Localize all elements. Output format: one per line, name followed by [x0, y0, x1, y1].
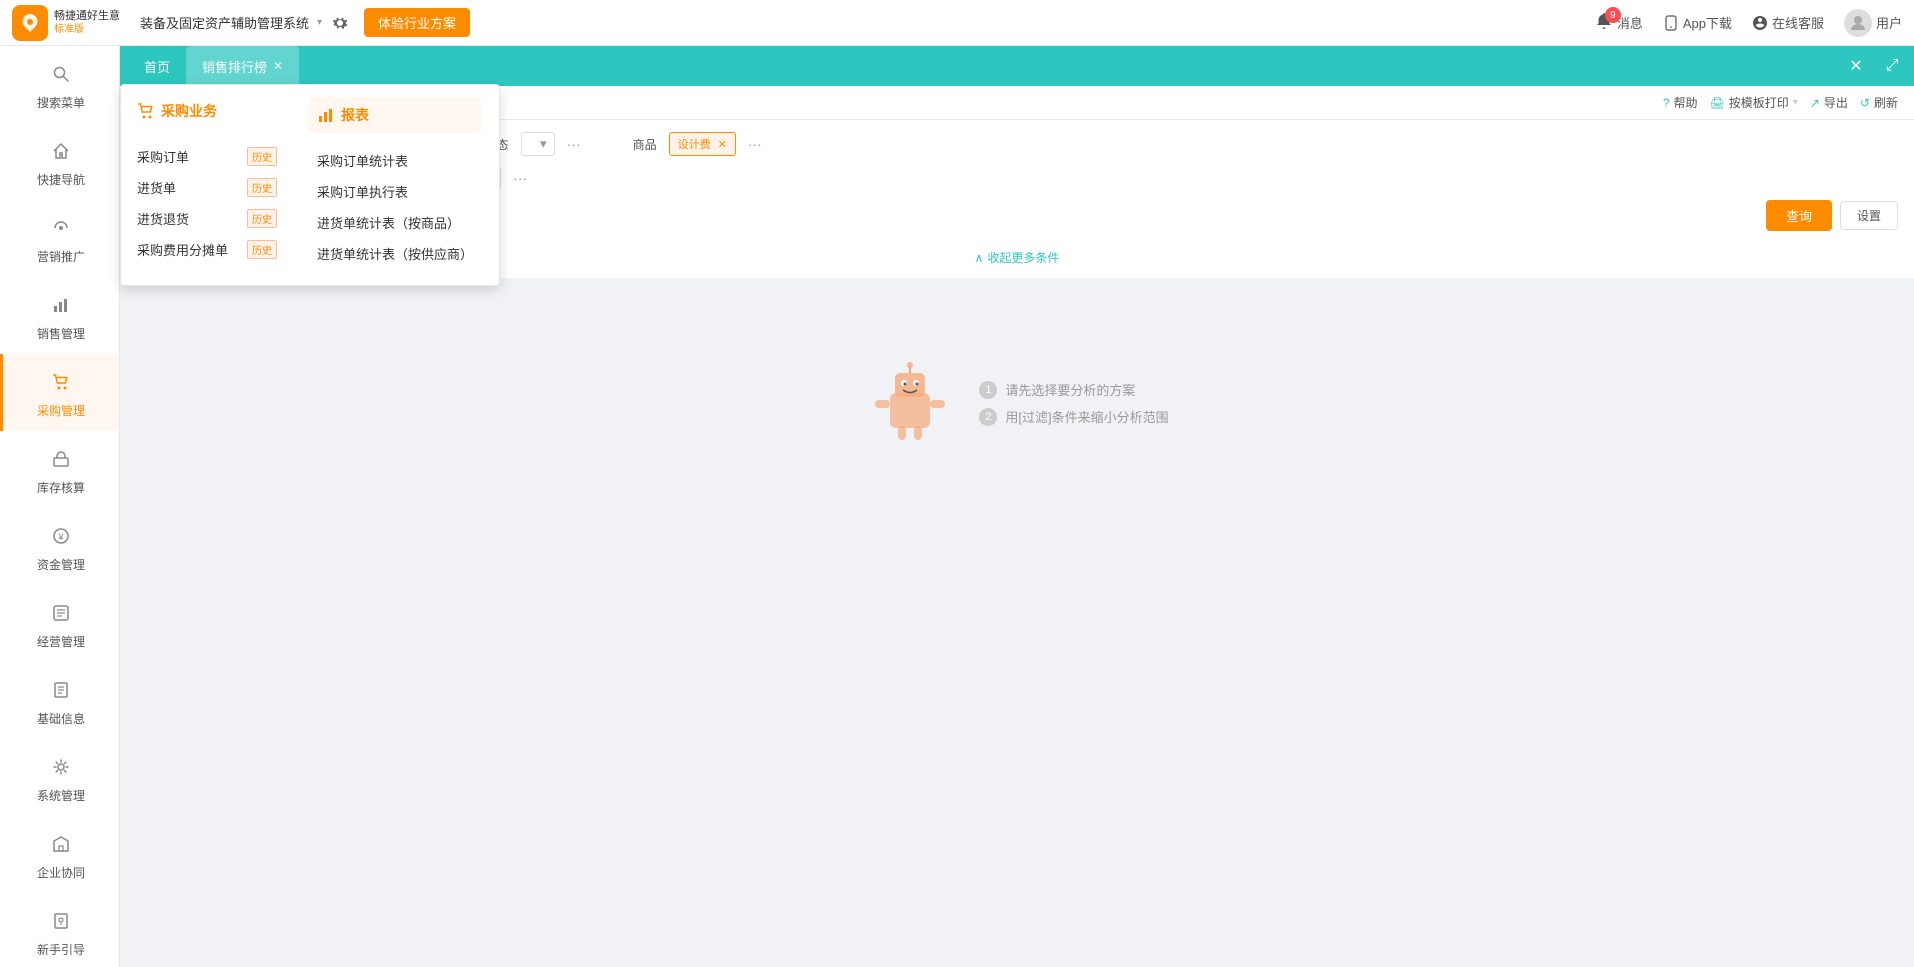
print-icon: 🖨: [1710, 96, 1725, 110]
refresh-btn[interactable]: ↺ 刷新: [1860, 94, 1898, 111]
menu-item-purchase-expense[interactable]: 采购费用分摊单 历史: [137, 234, 277, 265]
sidebar-item-quick-nav[interactable]: 快捷导航: [0, 123, 119, 200]
goods-tag-close[interactable]: ✕: [718, 139, 727, 151]
user-avatar: [1844, 9, 1872, 37]
sales-icon: [45, 289, 77, 321]
sidebar-item-system[interactable]: 系统管理: [0, 739, 119, 816]
purchase-section-title: 采购业务: [137, 101, 277, 129]
empty-illustration: [865, 358, 955, 448]
help-btn[interactable]: ? 帮助: [1663, 94, 1698, 111]
notification-icon: 9: [1595, 12, 1613, 33]
sidebar-item-sales[interactable]: 销售管理: [0, 277, 119, 354]
salesperson-ellipsis[interactable]: ···: [513, 170, 527, 186]
menu-item-goods-return[interactable]: 进货退货 历史: [137, 203, 277, 234]
guide-icon: [45, 905, 77, 937]
dropdown-menu: 采购业务 采购订单 历史 进货单 历史 进货退货 历史 采购费用分摊单 历史 报…: [120, 84, 500, 286]
user-menu-btn[interactable]: 用户: [1844, 9, 1902, 37]
menu-item-goods-receipt[interactable]: 进货单 历史: [137, 172, 277, 203]
export-btn[interactable]: ↗ 导出: [1810, 94, 1848, 111]
empty-tip-2: 2 用[过滤]条件来缩小分析范围: [979, 407, 1168, 426]
empty-tips: 1 请先选择要分析的方案 2 用[过滤]条件来缩小分析范围: [979, 380, 1168, 426]
system-title-dropdown[interactable]: ▾: [317, 17, 322, 28]
logo-area: 畅捷通好生意 标准版: [12, 5, 132, 41]
sidebar-item-basic-info[interactable]: 基础信息: [0, 662, 119, 739]
sidebar-item-purchase[interactable]: 采购管理: [0, 354, 119, 431]
logo-icon: [12, 5, 48, 41]
notification-badge: 9: [1605, 7, 1621, 23]
tab-close-all-btn[interactable]: ✕: [1842, 52, 1870, 80]
bill-status-ellipsis[interactable]: ···: [567, 136, 581, 152]
bill-status-select-wrapper: [521, 132, 555, 156]
menu-item-goods-receipt-by-item[interactable]: 进货单统计表（按商品）: [317, 207, 473, 238]
system-title: 装备及固定资产辅助管理系统 ▾: [140, 13, 322, 32]
tab-bar-right: ✕ ⤢: [1842, 52, 1906, 80]
operations-icon: [45, 597, 77, 629]
bill-status-select[interactable]: [521, 132, 555, 156]
sidebar-item-guide[interactable]: 新手引导: [0, 893, 119, 967]
settings-btn[interactable]: 设置: [1840, 201, 1898, 230]
query-btn[interactable]: 查询: [1766, 200, 1832, 231]
empty-state: 1 请先选择要分析的方案 2 用[过滤]条件来缩小分析范围: [120, 278, 1914, 528]
tab-bar: 首页 销售排行榜 ✕ ✕ ⤢: [120, 46, 1914, 86]
tab-close-btn[interactable]: ✕: [273, 59, 283, 73]
sidebar: 搜索菜单 快捷导航 营销推广 销售管理 采购管理: [0, 46, 120, 967]
sidebar-item-finance[interactable]: ¥ 资金管理: [0, 508, 119, 585]
top-bar: 畅捷通好生意 标准版 装备及固定资产辅助管理系统 ▾ 体验行业方案 9 消息 A…: [0, 0, 1914, 46]
svg-text:¥: ¥: [57, 532, 64, 542]
notifications-btn[interactable]: 9 消息: [1595, 12, 1643, 33]
top-right: 9 消息 App下载 在线客服 用户: [1595, 9, 1902, 37]
app-download-btn[interactable]: App下载: [1663, 13, 1732, 32]
sidebar-item-marketing[interactable]: 营销推广: [0, 200, 119, 277]
tab-maximize-btn[interactable]: ⤢: [1878, 52, 1906, 80]
empty-tip-1: 1 请先选择要分析的方案: [979, 380, 1168, 399]
help-icon: ?: [1663, 96, 1670, 110]
purchase-icon: [45, 366, 77, 398]
menu-item-purchase-order[interactable]: 采购订单 历史: [137, 141, 277, 172]
industry-btn[interactable]: 体验行业方案: [364, 8, 470, 37]
menu-item-goods-receipt-by-supplier[interactable]: 进货单统计表（按供应商）: [317, 238, 473, 269]
sidebar-item-operations[interactable]: 经营管理: [0, 585, 119, 662]
home-icon: [45, 135, 77, 167]
goods-label: 商品: [633, 136, 657, 153]
purchase-section: 采购业务 采购订单 历史 进货单 历史 进货退货 历史 采购费用分摊单 历史: [137, 101, 277, 269]
export-icon: ↗: [1810, 96, 1820, 110]
goods-ellipsis[interactable]: ···: [748, 136, 762, 152]
tab-sales-ranking[interactable]: 销售排行榜 ✕: [186, 46, 299, 86]
print-btn[interactable]: 🖨 按模板打印 ▾: [1710, 94, 1798, 111]
search-icon: [45, 58, 77, 90]
enterprise-icon: [45, 828, 77, 860]
reports-section-title: 报表: [309, 97, 481, 133]
online-service-btn[interactable]: 在线客服: [1752, 13, 1824, 32]
sidebar-item-search[interactable]: 搜索菜单: [0, 46, 119, 123]
basic-info-icon: [45, 674, 77, 706]
menu-item-purchase-order-exec[interactable]: 采购订单执行表: [317, 176, 473, 207]
marketing-icon: [45, 212, 77, 244]
reports-section: 报表 采购订单统计表 采购订单执行表 进货单统计表（按商品） 进货单统计表（按供…: [317, 101, 473, 269]
menu-item-purchase-order-stat[interactable]: 采购订单统计表: [317, 145, 473, 176]
sidebar-item-enterprise[interactable]: 企业协同: [0, 816, 119, 893]
tab-home[interactable]: 首页: [128, 46, 186, 86]
inventory-icon: [45, 443, 77, 475]
refresh-icon: ↺: [1860, 96, 1870, 110]
finance-icon: ¥: [45, 520, 77, 552]
sidebar-item-inventory[interactable]: 库存核算: [0, 431, 119, 508]
settings-icon-btn[interactable]: [326, 9, 354, 37]
goods-tag[interactable]: 设计费 ✕: [669, 132, 736, 156]
system-icon: [45, 751, 77, 783]
logo-text: 畅捷通好生意 标准版: [54, 9, 120, 36]
